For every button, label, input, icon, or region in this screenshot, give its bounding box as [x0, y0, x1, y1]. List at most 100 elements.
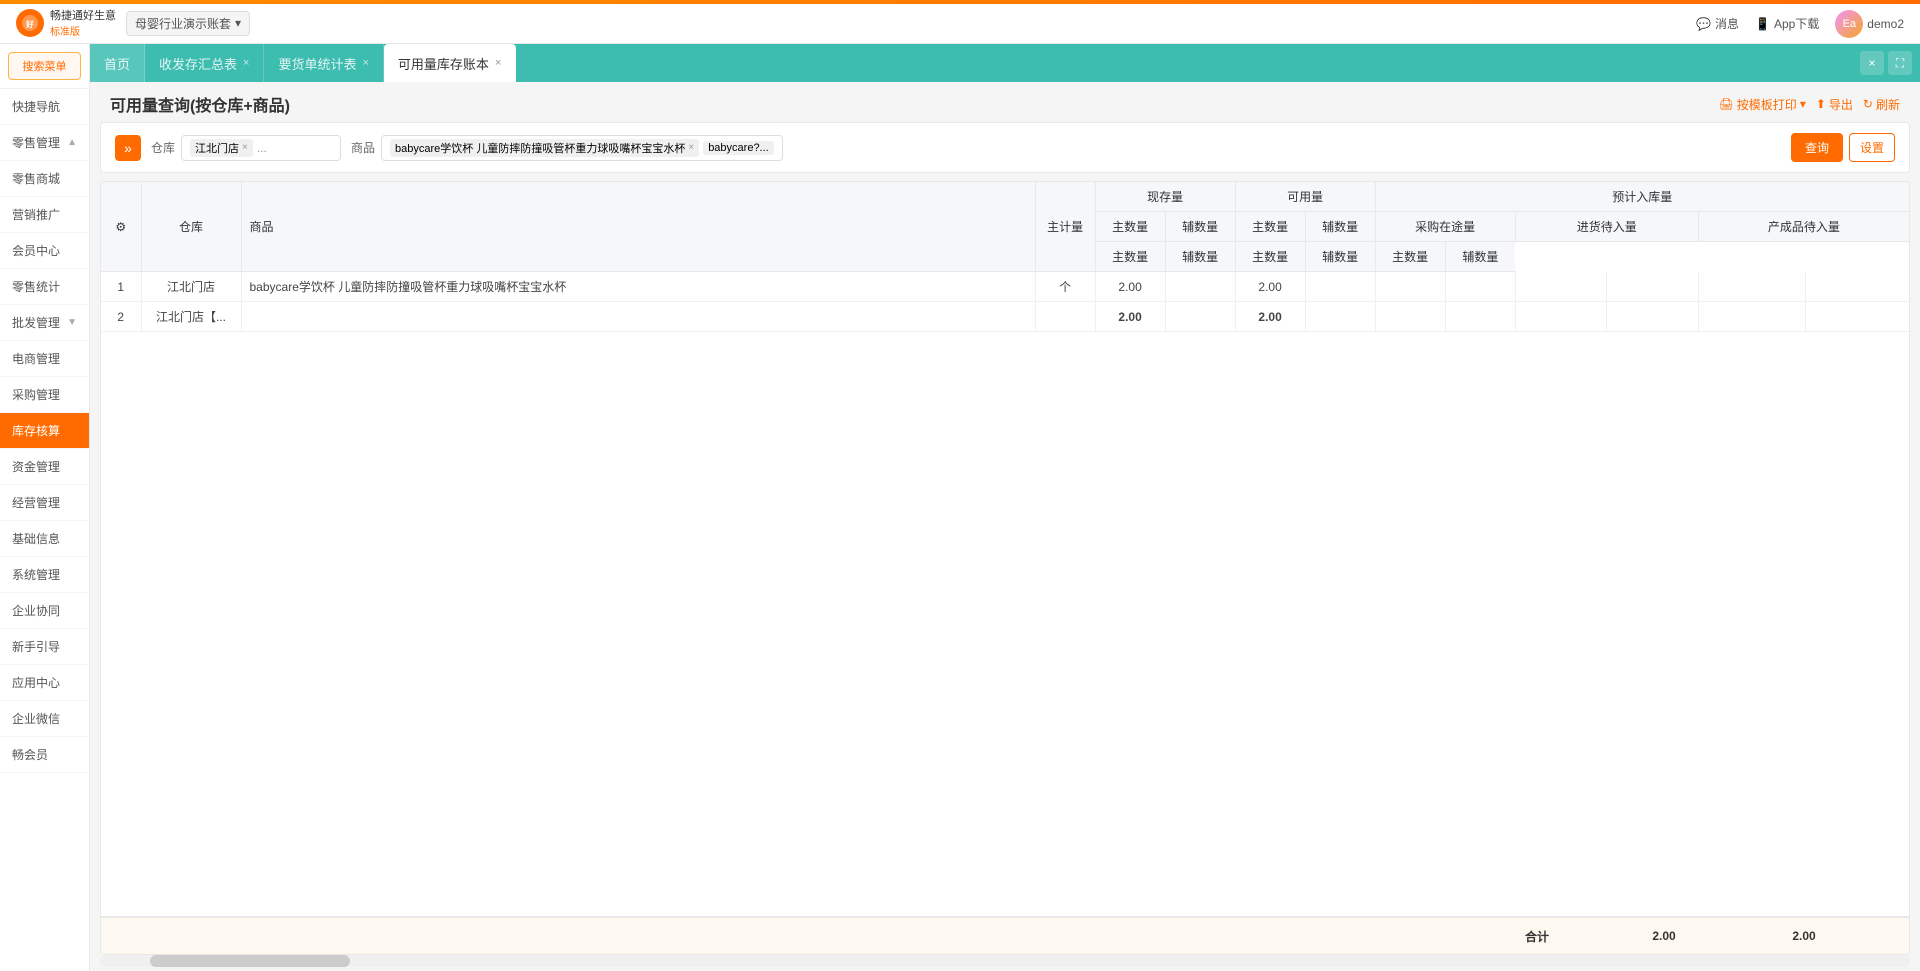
order-stats-label: 要货单统计表: [278, 54, 356, 73]
tab-order-stats[interactable]: 要货单统计表 ×: [264, 44, 383, 82]
row-1-stock-aux: [1165, 272, 1235, 302]
page-content: 可用量查询(按仓库+商品) 🖨 按模板打印 ▾ ⬆ 导出 ↻ 刷新: [90, 82, 1920, 971]
row-1-warehouse: 江北门店: [141, 272, 241, 302]
th-incoming-group: 进货待入量: [1515, 212, 1698, 242]
export-label: 导出: [1829, 96, 1853, 113]
sidebar-item-retail-mgmt[interactable]: 零售管理 ▲: [0, 125, 89, 161]
sidebar-item-finance[interactable]: 资金管理: [0, 449, 89, 485]
th-unit: 主计量: [1035, 182, 1095, 272]
table-row: 1 江北门店 babycare学饮杯 儿童防摔防撞吸管杯重力球吸嘴杯宝宝水杯 个…: [101, 272, 1909, 302]
marketing-label: 营销推广: [12, 206, 60, 223]
row-1-stock-main: 2.00: [1095, 272, 1165, 302]
sidebar-item-system[interactable]: 系统管理: [0, 557, 89, 593]
product-filter-label: 商品: [351, 139, 375, 156]
app-download-label: App下载: [1774, 15, 1819, 32]
chevron-down-icon: ▾: [1800, 97, 1806, 111]
user-menu[interactable]: Ea demo2: [1835, 10, 1904, 38]
th-settings[interactable]: ⚙: [101, 182, 141, 272]
ecommerce-label: 电商管理: [12, 350, 60, 367]
sidebar-item-ops[interactable]: 经营管理: [0, 485, 89, 521]
recv-send-summary-label: 收发存汇总表: [159, 54, 237, 73]
tab-close-all-button[interactable]: ×: [1860, 51, 1884, 75]
table-footer: 合计 2.00 2.00: [101, 916, 1909, 954]
message-button[interactable]: 💬 消息: [1696, 15, 1739, 32]
tab-recv-send-summary[interactable]: 收发存汇总表 ×: [145, 44, 264, 82]
sidebar-item-inventory[interactable]: 库存核算: [0, 413, 89, 449]
row-2-pt-aux: [1445, 302, 1515, 332]
sidebar-item-retail-mall[interactable]: 零售商城: [0, 161, 89, 197]
refresh-button[interactable]: ↻ 刷新: [1863, 96, 1900, 113]
message-icon: 💬: [1696, 17, 1711, 31]
sidebar-item-ecommerce[interactable]: 电商管理: [0, 341, 89, 377]
chevron-icon: ▲: [67, 137, 77, 148]
avatar: Ea: [1835, 10, 1863, 38]
filter-expand-button[interactable]: »: [115, 135, 141, 161]
purchase-label: 采购管理: [12, 386, 60, 403]
export-button[interactable]: ⬆ 导出: [1816, 96, 1853, 113]
sidebar-item-app-center[interactable]: 应用中心: [0, 665, 89, 701]
row-2-inc-aux: [1607, 302, 1699, 332]
tab-available-ledger[interactable]: 可用量库存账本 ×: [384, 44, 516, 82]
page-header: 可用量查询(按仓库+商品) 🖨 按模板打印 ▾ ⬆ 导出 ↻ 刷新: [90, 82, 1920, 122]
sidebar-item-wholesale[interactable]: 批发管理 ▼: [0, 305, 89, 341]
industry-selector-label: 母婴行业演示账套: [135, 15, 231, 32]
horizontal-scrollbar[interactable]: [100, 955, 1910, 967]
search-menu-button[interactable]: 搜索菜单: [8, 52, 81, 80]
product-tag-2: babycare?...: [703, 141, 774, 155]
footer-label: 合计: [241, 928, 1569, 945]
sidebar-item-new-guide[interactable]: 新手引导: [0, 629, 89, 665]
sidebar-item-vip[interactable]: 畅会员: [0, 737, 89, 773]
app-icon: 📱: [1755, 17, 1770, 31]
product-filter-group: 商品 babycare学饮杯 儿童防摔防撞吸管杯重力球吸嘴杯宝宝水杯 × bab…: [351, 135, 783, 161]
tab-close-recv-send[interactable]: ×: [243, 57, 249, 69]
product-filter-input[interactable]: babycare学饮杯 儿童防摔防撞吸管杯重力球吸嘴杯宝宝水杯 × babyca…: [381, 135, 783, 161]
sidebar-item-marketing[interactable]: 营销推广: [0, 197, 89, 233]
top-bar-left: 好 畅捷通好生意 标准版 母婴行业演示账套 ▾: [16, 9, 250, 38]
warehouse-filter-input[interactable]: 江北门店 × ...: [181, 135, 341, 161]
th-purchase-transit-group: 采购在途量: [1375, 212, 1515, 242]
template-print-button[interactable]: 🖨 按模板打印 ▾: [1719, 96, 1806, 113]
row-2-avail-aux: [1305, 302, 1375, 332]
row-1-fin-main: [1698, 272, 1805, 302]
query-button[interactable]: 查询: [1791, 133, 1843, 162]
table-body: 1 江北门店 babycare学饮杯 儿童防摔防撞吸管杯重力球吸嘴杯宝宝水杯 个…: [101, 272, 1909, 332]
th-incoming-main: 主数量: [1235, 242, 1305, 272]
settings-button[interactable]: 设置: [1849, 133, 1895, 162]
product-tag-1-close[interactable]: ×: [688, 142, 694, 153]
retail-mgmt-label: 零售管理: [12, 134, 60, 151]
row-2-index: 2: [101, 302, 141, 332]
product-tag-2-value: babycare?...: [708, 142, 769, 154]
tab-fullscreen-button[interactable]: ⛶: [1888, 51, 1912, 75]
tab-close-available-ledger[interactable]: ×: [495, 57, 501, 69]
th-finished-main: 主数量: [1375, 242, 1445, 272]
th-stock-main: 主数量: [1095, 212, 1165, 242]
sidebar-item-quick-nav[interactable]: 快捷导航: [0, 89, 89, 125]
scroll-thumb[interactable]: [150, 955, 350, 967]
sidebar-item-retail-stats[interactable]: 零售统计: [0, 269, 89, 305]
sidebar-item-purchase[interactable]: 采购管理: [0, 377, 89, 413]
warehouse-tag-close[interactable]: ×: [242, 142, 248, 153]
export-icon: ⬆: [1816, 97, 1826, 111]
industry-selector[interactable]: 母婴行业演示账套 ▾: [126, 11, 250, 36]
row-1-index: 1: [101, 272, 141, 302]
app-download-button[interactable]: 📱 App下载: [1755, 15, 1819, 32]
th-incoming-aux: 辅数量: [1305, 242, 1375, 272]
table-empty-space: [101, 332, 1909, 916]
sidebar-item-member[interactable]: 会员中心: [0, 233, 89, 269]
sidebar-item-enterprise-collab[interactable]: 企业协同: [0, 593, 89, 629]
sidebar-item-basic-info[interactable]: 基础信息: [0, 521, 89, 557]
row-2-stock-aux: [1165, 302, 1235, 332]
wholesale-label: 批发管理: [12, 314, 60, 331]
th-stock-group: 现存量: [1095, 182, 1235, 212]
logo-icon: 好: [16, 9, 44, 37]
th-available-group: 可用量: [1235, 182, 1375, 212]
tab-home[interactable]: 首页: [90, 44, 145, 82]
row-1-avail-aux: [1305, 272, 1375, 302]
warehouse-more-icon[interactable]: ...: [257, 141, 267, 155]
dropdown-icon: ▾: [235, 16, 241, 30]
refresh-icon: ↻: [1863, 97, 1873, 111]
tab-close-order-stats[interactable]: ×: [362, 57, 368, 69]
row-1-pt-aux: [1445, 272, 1515, 302]
sidebar-item-enterprise-wechat[interactable]: 企业微信: [0, 701, 89, 737]
filter-area: » 仓库 江北门店 × ... 商品: [100, 122, 1910, 173]
